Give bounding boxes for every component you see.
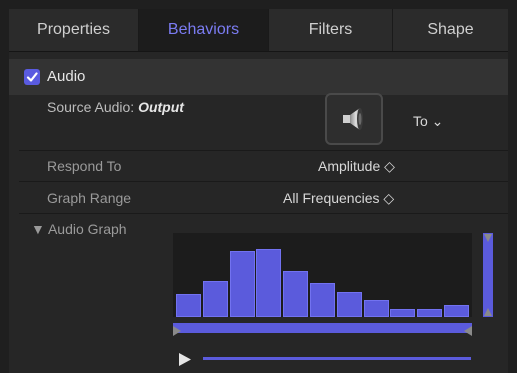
horizontal-range-slider[interactable] [173, 323, 472, 336]
to-menu[interactable]: To ⌄ [413, 113, 443, 130]
audio-graph-bar [256, 249, 282, 317]
graph-range-popup[interactable]: All Frequencies ◇ [283, 190, 394, 207]
audio-graph-bar [202, 281, 228, 317]
respond-to-label: Respond To [47, 158, 122, 174]
graph-range-label: Graph Range [47, 190, 132, 206]
checkmark-icon [26, 72, 38, 82]
source-audio-value: Output [138, 99, 184, 115]
audio-graph [173, 233, 472, 317]
audio-graph-bar [336, 292, 362, 317]
audio-graph-bar [176, 294, 201, 317]
source-audio-well[interactable] [325, 93, 383, 145]
tab-shape[interactable]: Shape [393, 9, 508, 51]
source-audio-label: Source Audio: Output [47, 99, 184, 115]
tab-behaviors[interactable]: Behaviors [139, 9, 269, 51]
audio-graph-bar [363, 300, 389, 317]
play-icon [179, 353, 191, 366]
audio-graph-bar [310, 283, 335, 317]
play-button[interactable] [179, 353, 191, 371]
inspector-tabs: Properties Behaviors Filters Shape [9, 9, 508, 52]
divider [19, 181, 508, 182]
audio-graph-bars [173, 233, 472, 317]
source-audio-prefix: Source Audio: [47, 99, 139, 115]
audio-graph-bar [229, 251, 255, 317]
audio-enable-checkbox[interactable] [24, 69, 40, 85]
audio-graph-bar [283, 271, 309, 317]
audio-behavior-header: Audio [9, 59, 508, 95]
vertical-range-slider[interactable] [483, 233, 493, 317]
tab-properties[interactable]: Properties [9, 9, 139, 51]
audio-graph-bar [444, 305, 469, 317]
audio-graph-bar [417, 309, 443, 317]
divider [19, 150, 508, 151]
range-handles-icon [484, 234, 492, 316]
inspector-panel: Properties Behaviors Filters Shape Audio… [9, 9, 508, 373]
audio-title: Audio [47, 68, 86, 85]
divider [19, 213, 508, 214]
tab-filters[interactable]: Filters [269, 9, 393, 51]
audio-graph-bar [390, 309, 416, 317]
audio-graph-disclosure[interactable]: ▼ Audio Graph [31, 221, 127, 237]
playback-progress[interactable] [203, 357, 471, 360]
respond-to-popup[interactable]: Amplitude ◇ [318, 158, 395, 175]
speaker-icon [343, 108, 363, 130]
range-handles-icon [173, 326, 472, 336]
